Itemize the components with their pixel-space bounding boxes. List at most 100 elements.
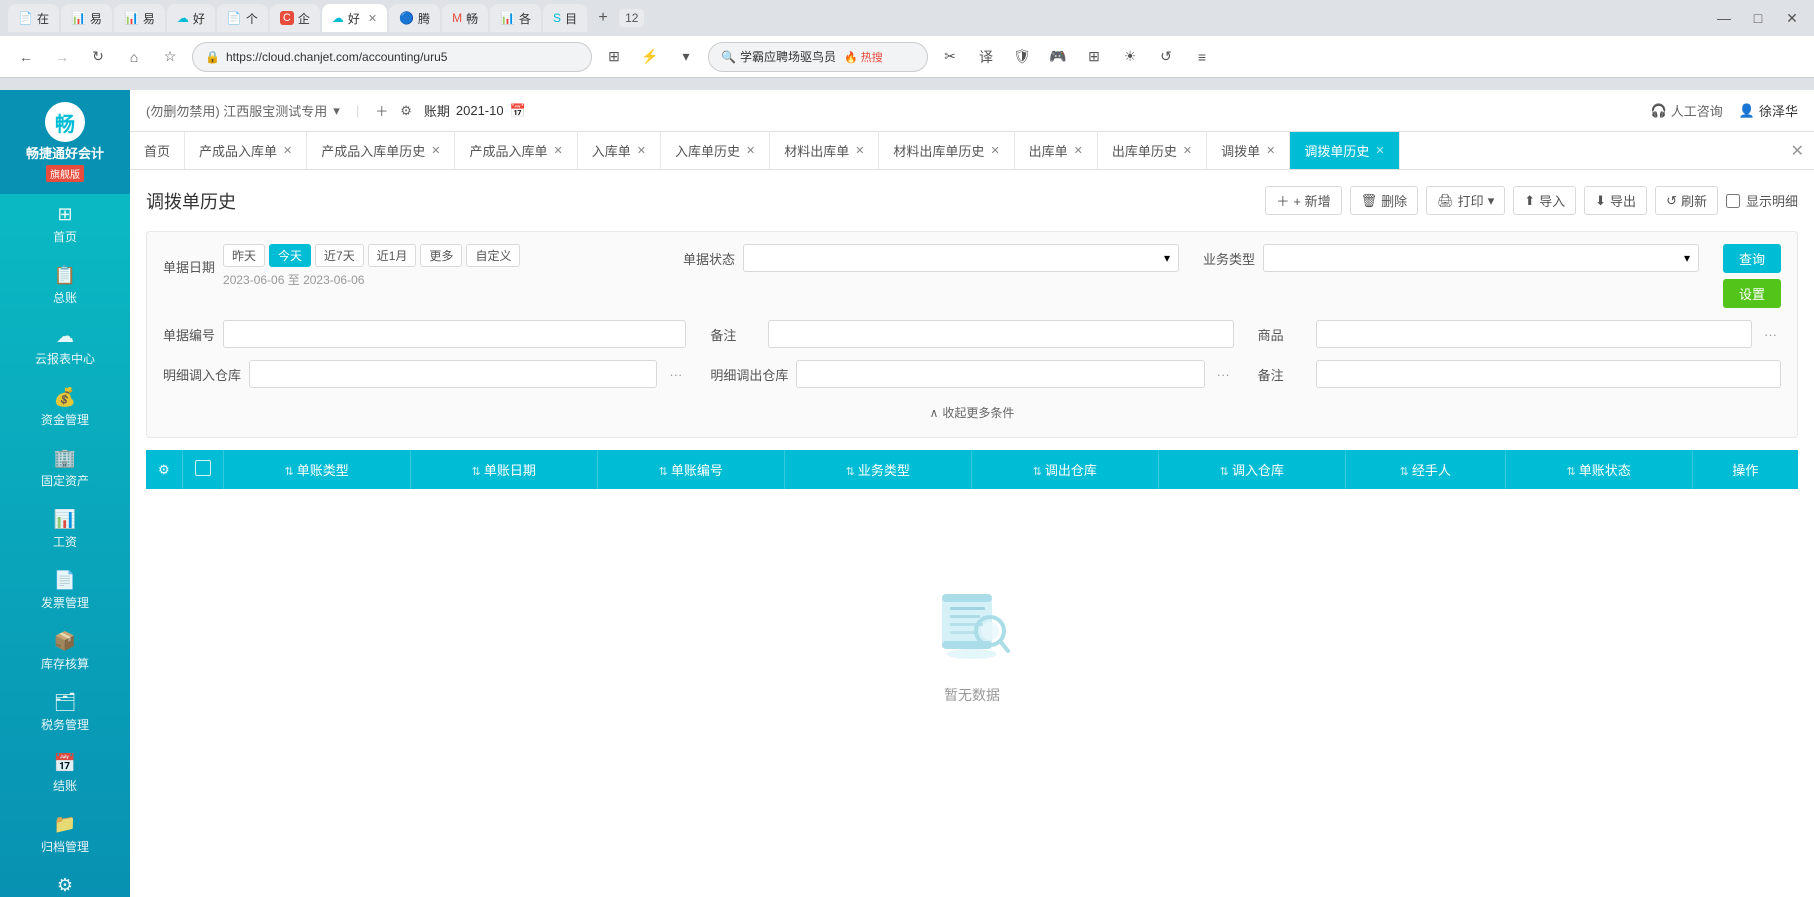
query-button[interactable]: 查询 <box>1723 244 1781 273</box>
app-tab-11-close[interactable]: ✕ <box>1375 144 1384 157</box>
reload-button[interactable]: ↻ <box>84 43 112 71</box>
app-tab-8[interactable]: 出库单 ✕ <box>1015 132 1098 170</box>
docnum-input[interactable] <box>223 320 686 348</box>
app-tab-6-close[interactable]: ✕ <box>855 144 864 157</box>
undo-icon[interactable]: ↺ <box>1152 43 1180 71</box>
sidebar-item-ledger[interactable]: 📋 总账 <box>0 255 130 316</box>
app-tab-5-close[interactable]: ✕ <box>746 144 755 157</box>
table-gear-icon[interactable]: ⚙ <box>158 462 170 477</box>
to-warehouse-input[interactable] <box>796 360 1204 388</box>
dropdown-button[interactable]: ▾ <box>672 43 700 71</box>
close-all-tabs-button[interactable]: ✕ <box>1781 141 1814 161</box>
browser-tab-1[interactable]: 📄 在 <box>8 4 59 32</box>
sidebar-item-tax[interactable]: 🗂 税务管理 <box>0 682 130 743</box>
app-tab-3[interactable]: 产成品入库单 ✕ <box>455 132 577 170</box>
more-date-btn[interactable]: 更多 <box>420 244 462 267</box>
remark2-input[interactable] <box>1316 360 1781 388</box>
new-browser-tab-button[interactable]: + <box>589 4 617 32</box>
sidebar-item-invoice[interactable]: 📄 发票管理 <box>0 560 130 621</box>
th-doc-num[interactable]: 单账编号 <box>597 450 784 489</box>
browser-tab-4[interactable]: ☁ 好 <box>167 4 215 32</box>
sidebar-item-salary[interactable]: 📊 工资 <box>0 499 130 560</box>
app-tab-4-close[interactable]: ✕ <box>637 144 646 157</box>
company-selector[interactable]: (勿删勿禁用) 江西服宝测试专用 ▾ <box>146 101 340 120</box>
from-warehouse-picker-icon[interactable]: ··· <box>665 367 686 382</box>
app-tab-2[interactable]: 产成品入库单历史 ✕ <box>307 132 455 170</box>
remark-input[interactable] <box>768 320 1233 348</box>
shield-icon[interactable]: 🛡 <box>1008 43 1036 71</box>
back-button[interactable]: ← <box>12 43 40 71</box>
th-doc-status[interactable]: 单账状态 <box>1505 450 1692 489</box>
app-tab-11-active[interactable]: 调拨单历史 ✕ <box>1290 132 1399 170</box>
lightning-button[interactable]: ⚡ <box>636 43 664 71</box>
app-tab-home[interactable]: 首页 <box>130 132 185 170</box>
app-tab-10[interactable]: 调拨单 ✕ <box>1207 132 1290 170</box>
app-tab-3-close[interactable]: ✕ <box>554 144 563 157</box>
app-tab-10-close[interactable]: ✕ <box>1266 144 1275 157</box>
browser-tab-11[interactable]: S 目 <box>543 4 587 32</box>
sidebar-item-home[interactable]: ⊞ 首页 <box>0 194 130 255</box>
app-tab-1[interactable]: 产成品入库单 ✕ <box>185 132 307 170</box>
app-tab-2-close[interactable]: ✕ <box>431 144 440 157</box>
sidebar-item-asset[interactable]: 🏢 固定资产 <box>0 438 130 499</box>
maximize-button[interactable]: □ <box>1744 4 1772 32</box>
app-tab-4[interactable]: 入库单 ✕ <box>578 132 661 170</box>
hidden-tab-count[interactable]: 12 <box>619 9 644 27</box>
display-checkbox[interactable] <box>1726 194 1740 208</box>
today-btn[interactable]: 今天 <box>269 244 311 267</box>
sidebar-item-capital[interactable]: 💰 资金管理 <box>0 377 130 438</box>
th-doc-type[interactable]: 单账类型 <box>223 450 410 489</box>
print-button[interactable]: 🖨 打印 ▾ <box>1426 186 1505 215</box>
app-tab-9[interactable]: 出库单历史 ✕ <box>1098 132 1207 170</box>
browser-tab-2[interactable]: 📊 易 <box>61 4 112 32</box>
th-biz-type[interactable]: 业务类型 <box>784 450 971 489</box>
browser-tab-7[interactable]: ☁ 好 ✕ <box>322 4 387 32</box>
menu-icon[interactable]: ≡ <box>1188 43 1216 71</box>
minimize-button[interactable]: — <box>1710 4 1738 32</box>
browser-tab-6[interactable]: C 企 <box>270 4 320 32</box>
bookmark-button[interactable]: ☆ <box>156 43 184 71</box>
theme-icon[interactable]: ☀ <box>1116 43 1144 71</box>
game-icon[interactable]: 🎮 <box>1044 43 1072 71</box>
browser-tab-5[interactable]: 📄 个 <box>217 4 268 32</box>
home-button[interactable]: ⌂ <box>120 43 148 71</box>
sidebar-item-report[interactable]: ☁ 云报表中心 <box>0 316 130 377</box>
browser-tab-7-close[interactable]: ✕ <box>368 12 377 25</box>
goods-input[interactable] <box>1316 320 1752 348</box>
sidebar-item-archive[interactable]: 📁 归档管理 <box>0 804 130 865</box>
forward-button[interactable]: → <box>48 43 76 71</box>
status-select[interactable]: ▾ <box>743 244 1179 272</box>
7days-btn[interactable]: 近7天 <box>315 244 364 267</box>
address-bar[interactable]: 🔒 https://cloud.chanjet.com/accounting/u… <box>192 42 592 72</box>
goods-picker-icon[interactable]: ··· <box>1760 327 1781 342</box>
extensions-button[interactable]: ⊞ <box>600 43 628 71</box>
delete-button[interactable]: 🗑 删除 <box>1350 186 1419 215</box>
app-tab-8-close[interactable]: ✕ <box>1074 144 1083 157</box>
app-tab-7-close[interactable]: ✕ <box>990 144 999 157</box>
new-record-button[interactable]: ＋ + 新增 <box>1265 186 1341 215</box>
close-window-button[interactable]: ✕ <box>1778 4 1806 32</box>
select-all-checkbox[interactable] <box>195 460 211 476</box>
th-doc-date[interactable]: 单账日期 <box>410 450 597 489</box>
custom-date-btn[interactable]: 自定义 <box>466 244 520 267</box>
gear-company-button[interactable]: ⚙ <box>400 103 412 119</box>
th-in-warehouse[interactable]: 调入仓库 <box>1158 450 1345 489</box>
sidebar-item-close[interactable]: 📅 结账 <box>0 743 130 804</box>
sidebar-item-stock[interactable]: 📦 库存核算 <box>0 621 130 682</box>
browser-search-bar[interactable]: 🔍 学霸应聘场驱鸟员 🔥 热搜 <box>708 42 928 72</box>
th-out-warehouse[interactable]: 调出仓库 <box>971 450 1158 489</box>
from-warehouse-input[interactable] <box>249 360 657 388</box>
grid-icon[interactable]: ⊞ <box>1080 43 1108 71</box>
app-tab-1-close[interactable]: ✕ <box>283 144 292 157</box>
browser-tab-8[interactable]: 🔵 腾 <box>389 4 440 32</box>
import-button[interactable]: ⬆ 导入 <box>1513 186 1576 215</box>
app-tab-5[interactable]: 入库单历史 ✕ <box>661 132 770 170</box>
scissor-icon[interactable]: ✂ <box>936 43 964 71</box>
service-button[interactable]: 🎧 人工咨询 <box>1651 101 1723 120</box>
display-toggle[interactable]: 显示明细 <box>1726 191 1798 210</box>
to-warehouse-picker-icon[interactable]: ··· <box>1213 367 1234 382</box>
browser-tab-9[interactable]: M 畅 <box>442 4 488 32</box>
app-tab-7[interactable]: 材料出库单历史 ✕ <box>879 132 1014 170</box>
settings-button[interactable]: 设置 <box>1723 279 1781 308</box>
export-button[interactable]: ⬇ 导出 <box>1584 186 1647 215</box>
